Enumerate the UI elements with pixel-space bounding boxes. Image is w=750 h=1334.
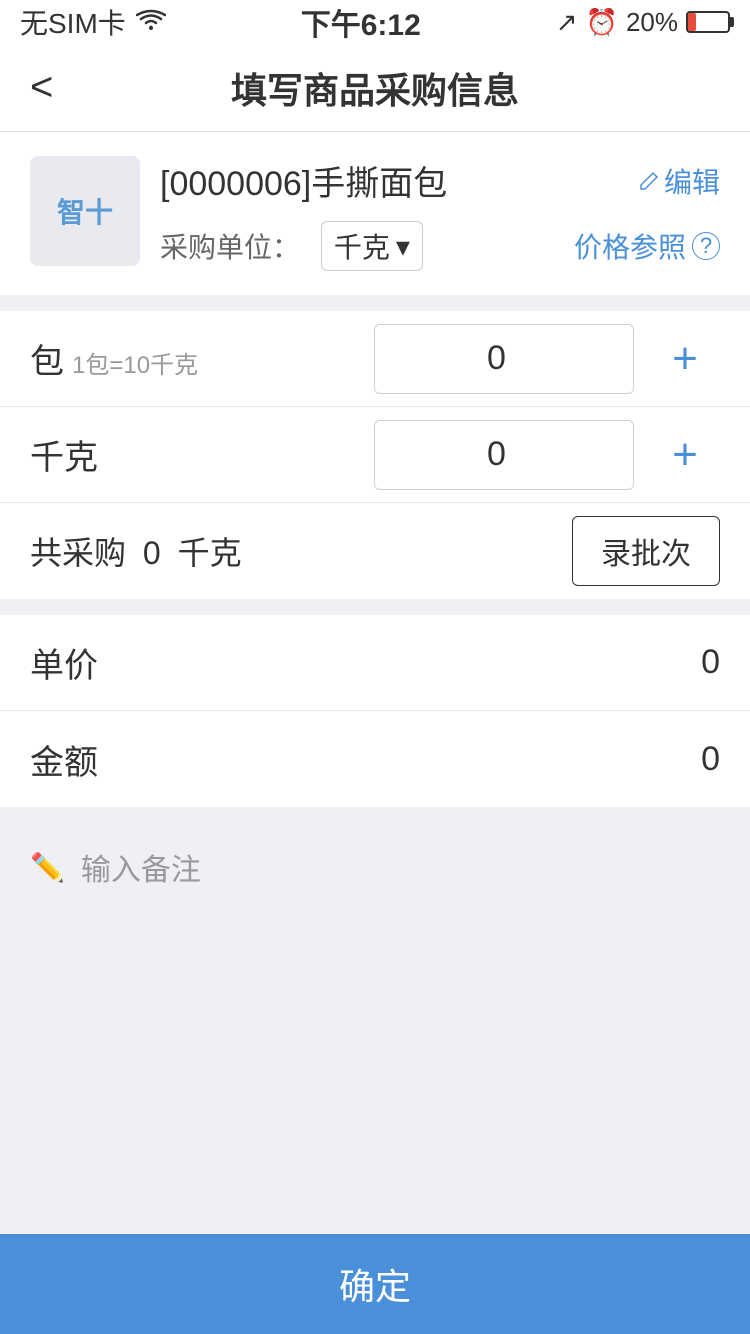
alarm-icon: ⏰ <box>586 7 618 38</box>
total-row: 共采购 0 千克 录批次 <box>0 503 750 599</box>
unit-select[interactable]: 千克 ▾ <box>321 221 423 271</box>
total-text: 共采购 0 千克 <box>30 528 242 574</box>
battery-icon <box>686 11 730 33</box>
section-divider-2 <box>0 599 750 615</box>
product-card: 智十 [0000006]手撕面包 编辑 采购单位： 千克 ▾ <box>0 132 750 295</box>
unit-price-label: 单价 <box>30 638 98 687</box>
product-name-row: [0000006]手撕面包 编辑 <box>160 156 720 205</box>
unit-label-group: 采购单位： 千克 ▾ <box>160 221 423 271</box>
amount-row: 金额 0 <box>0 711 750 807</box>
amount-label: 金额 <box>30 735 98 784</box>
price-ref-button[interactable]: 价格参照 ? <box>574 226 720 266</box>
back-button[interactable]: < <box>30 65 53 110</box>
bao-input-row: 包 1包=10千克 + <box>0 311 750 407</box>
kg-input-row: 千克 + <box>0 407 750 503</box>
kg-quantity-input[interactable] <box>374 420 634 490</box>
product-info: [0000006]手撕面包 编辑 采购单位： 千克 ▾ 价格 <box>160 156 720 271</box>
status-time: 下午6:12 <box>301 0 421 44</box>
bao-field-wrap: + <box>210 324 720 394</box>
notes-placeholder: 输入备注 <box>81 845 201 889</box>
product-unit-row: 采购单位： 千克 ▾ 价格参照 ? <box>160 221 720 271</box>
price-section: 单价 0 金额 0 <box>0 615 750 807</box>
product-full-name: [0000006]手撕面包 <box>160 156 447 205</box>
total-value: 0 <box>143 535 161 571</box>
batch-button[interactable]: 录批次 <box>572 516 720 586</box>
wifi-icon <box>136 6 166 38</box>
bao-plus-button[interactable]: + <box>650 324 720 394</box>
confirm-button[interactable]: 确定 <box>0 1234 750 1334</box>
status-right: ↗ ⏰ 20% <box>556 7 730 38</box>
section-divider-1 <box>0 295 750 311</box>
unit-price-row: 单价 0 <box>0 615 750 711</box>
location-icon: ↗ <box>556 7 578 38</box>
input-section: 包 1包=10千克 + 千克 + <box>0 311 750 503</box>
kg-plus-button[interactable]: + <box>650 420 720 490</box>
empty-space <box>0 927 750 1227</box>
kg-field-wrap: + <box>210 420 720 490</box>
product-image: 智十 <box>30 156 140 266</box>
edit-button[interactable]: 编辑 <box>638 161 720 201</box>
battery-percentage: 20% <box>626 7 678 38</box>
carrier-text: 无SIM卡 <box>20 2 126 42</box>
chevron-down-icon: ▾ <box>396 230 410 263</box>
nav-bar: < 填写商品采购信息 <box>0 44 750 132</box>
info-icon: ? <box>692 232 720 260</box>
unit-label: 采购单位： <box>160 232 300 263</box>
bao-quantity-input[interactable] <box>374 324 634 394</box>
status-bar: 无SIM卡 下午6:12 ↗ ⏰ 20% <box>0 0 750 44</box>
notes-section[interactable]: ✏️ 输入备注 <box>0 807 750 927</box>
status-left: 无SIM卡 <box>20 2 166 42</box>
product-logo-text: 智十 <box>57 191 113 231</box>
unit-price-value: 0 <box>701 643 720 682</box>
amount-value: 0 <box>701 740 720 779</box>
bao-label: 包 1包=10千克 <box>30 334 210 383</box>
page-title: 填写商品采购信息 <box>231 62 519 114</box>
kg-label: 千克 <box>30 430 210 479</box>
pencil-icon: ✏️ <box>30 851 65 884</box>
